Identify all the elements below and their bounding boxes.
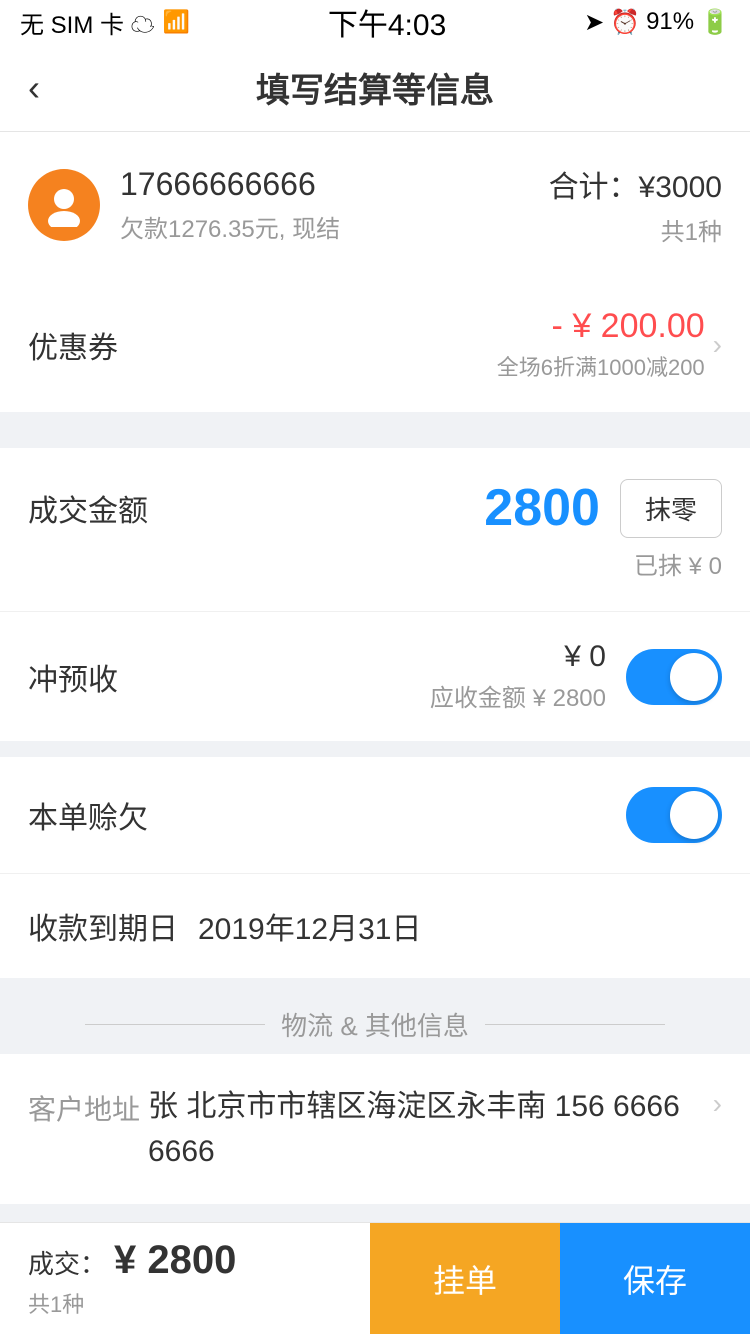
discount-chevron: ›	[713, 329, 722, 361]
deal-amount-label: 成交金额	[28, 486, 148, 530]
location-icon: ➤	[584, 8, 604, 37]
prepay-toggle[interactable]	[626, 649, 722, 705]
separator-3	[0, 978, 750, 994]
address-section[interactable]: 客户地址 张 北京市市辖区海淀区永丰南 156 6666 6666 ›	[0, 1054, 750, 1204]
wifi-icon: 📶	[163, 9, 190, 35]
status-right: ➤ ⏰ 91% 🔋	[584, 8, 730, 37]
bottom-deal-label: 成交：	[28, 1244, 106, 1281]
bottom-deal: 成交： ¥ 2800	[28, 1238, 342, 1283]
debt-label: 本单赊欠	[28, 793, 148, 837]
bottom-deal-amount: ¥ 2800	[114, 1238, 236, 1283]
page-title: 填写结算等信息	[256, 63, 494, 112]
status-left: 无 SIM 卡 ☁ 📶	[20, 5, 190, 40]
debt-toggle-knob	[670, 791, 718, 839]
customer-debt: 欠款1276.35元, 现结	[120, 209, 549, 244]
separator-1	[0, 432, 750, 448]
discount-right: - ¥ 200.00 全场6折满1000减200	[118, 307, 705, 382]
battery-text: 91%	[646, 8, 694, 36]
status-time: 下午4:03	[328, 0, 446, 44]
user-icon	[42, 183, 86, 227]
prepay-receivable: 应收金额 ¥ 2800	[430, 678, 606, 713]
address-value: 张 北京市市辖区海淀区永丰南 156 6666 6666	[148, 1084, 705, 1174]
deal-row: 成交金额 2800 抹零	[28, 478, 722, 538]
logistics-line-right	[485, 1024, 665, 1025]
save-button[interactable]: 保存	[560, 1223, 750, 1334]
prepay-amount: ¥ 0	[430, 640, 606, 674]
status-bar: 无 SIM 卡 ☁ 📶 下午4:03 ➤ ⏰ 91% 🔋	[0, 0, 750, 44]
due-date-value: 2019年12月31日	[198, 904, 421, 948]
avatar	[28, 169, 100, 241]
prepay-section: 冲预收 ¥ 0 应收金额 ¥ 2800	[0, 611, 750, 741]
prepay-label: 冲预收	[28, 655, 118, 699]
logistics-text: 物流 & 其他信息	[85, 1006, 665, 1043]
bottom-bar: 成交： ¥ 2800 共1种 挂单 保存	[0, 1222, 750, 1334]
total-count: 共1种	[549, 212, 722, 247]
due-date-label: 收款到期日	[28, 904, 178, 948]
nav-bar: ‹ 填写结算等信息	[0, 44, 750, 132]
back-button[interactable]: ‹	[28, 67, 40, 109]
deal-sub: 已抹 ¥ 0	[28, 546, 722, 581]
address-label: 客户地址	[28, 1084, 148, 1128]
pending-button[interactable]: 挂单	[370, 1223, 560, 1334]
deal-section: 成交金额 2800 抹零 已抹 ¥ 0	[0, 448, 750, 611]
discount-label: 优惠券	[28, 323, 118, 367]
total-amount: 合计：¥3000	[549, 162, 722, 206]
due-date-section: 收款到期日 2019年12月31日	[0, 873, 750, 978]
bottom-info: 成交： ¥ 2800 共1种	[0, 1238, 370, 1319]
customer-info: 17666666666 欠款1276.35元, 现结	[120, 166, 549, 244]
round-button[interactable]: 抹零	[620, 479, 722, 538]
debt-section: 本单赊欠	[0, 757, 750, 873]
prepay-toggle-knob	[670, 653, 718, 701]
prepay-right: ¥ 0 应收金额 ¥ 2800	[430, 640, 722, 713]
address-chevron: ›	[713, 1084, 722, 1120]
deal-right: 2800 抹零	[484, 478, 722, 538]
discount-row[interactable]: 优惠券 - ¥ 200.00 全场6折满1000减200 ›	[0, 277, 750, 412]
alarm-icon: ⏰	[610, 8, 640, 37]
customer-total: 合计：¥3000 共1种	[549, 162, 722, 247]
prepay-value-col: ¥ 0 应收金额 ¥ 2800	[430, 640, 606, 713]
bottom-count: 共1种	[28, 1287, 342, 1319]
logistics-divider: 物流 & 其他信息	[0, 994, 750, 1054]
customer-phone: 17666666666	[120, 166, 549, 203]
discount-amount: - ¥ 200.00	[552, 307, 705, 346]
debt-toggle[interactable]	[626, 787, 722, 843]
separator-2	[0, 741, 750, 757]
prepay-row: 冲预收 ¥ 0 应收金额 ¥ 2800	[28, 640, 722, 713]
battery-icon: 🔋	[700, 8, 730, 37]
customer-section: 17666666666 欠款1276.35元, 现结 合计：¥3000 共1种 …	[0, 132, 750, 412]
deal-amount-value: 2800	[484, 478, 600, 538]
logistics-line-left	[85, 1024, 265, 1025]
discount-desc: 全场6折满1000减200	[497, 350, 705, 382]
customer-row: 17666666666 欠款1276.35元, 现结 合计：¥3000 共1种	[0, 132, 750, 277]
sim-status: 无 SIM 卡 ☁	[20, 5, 155, 40]
logistics-label: 物流 & 其他信息	[281, 1006, 469, 1043]
